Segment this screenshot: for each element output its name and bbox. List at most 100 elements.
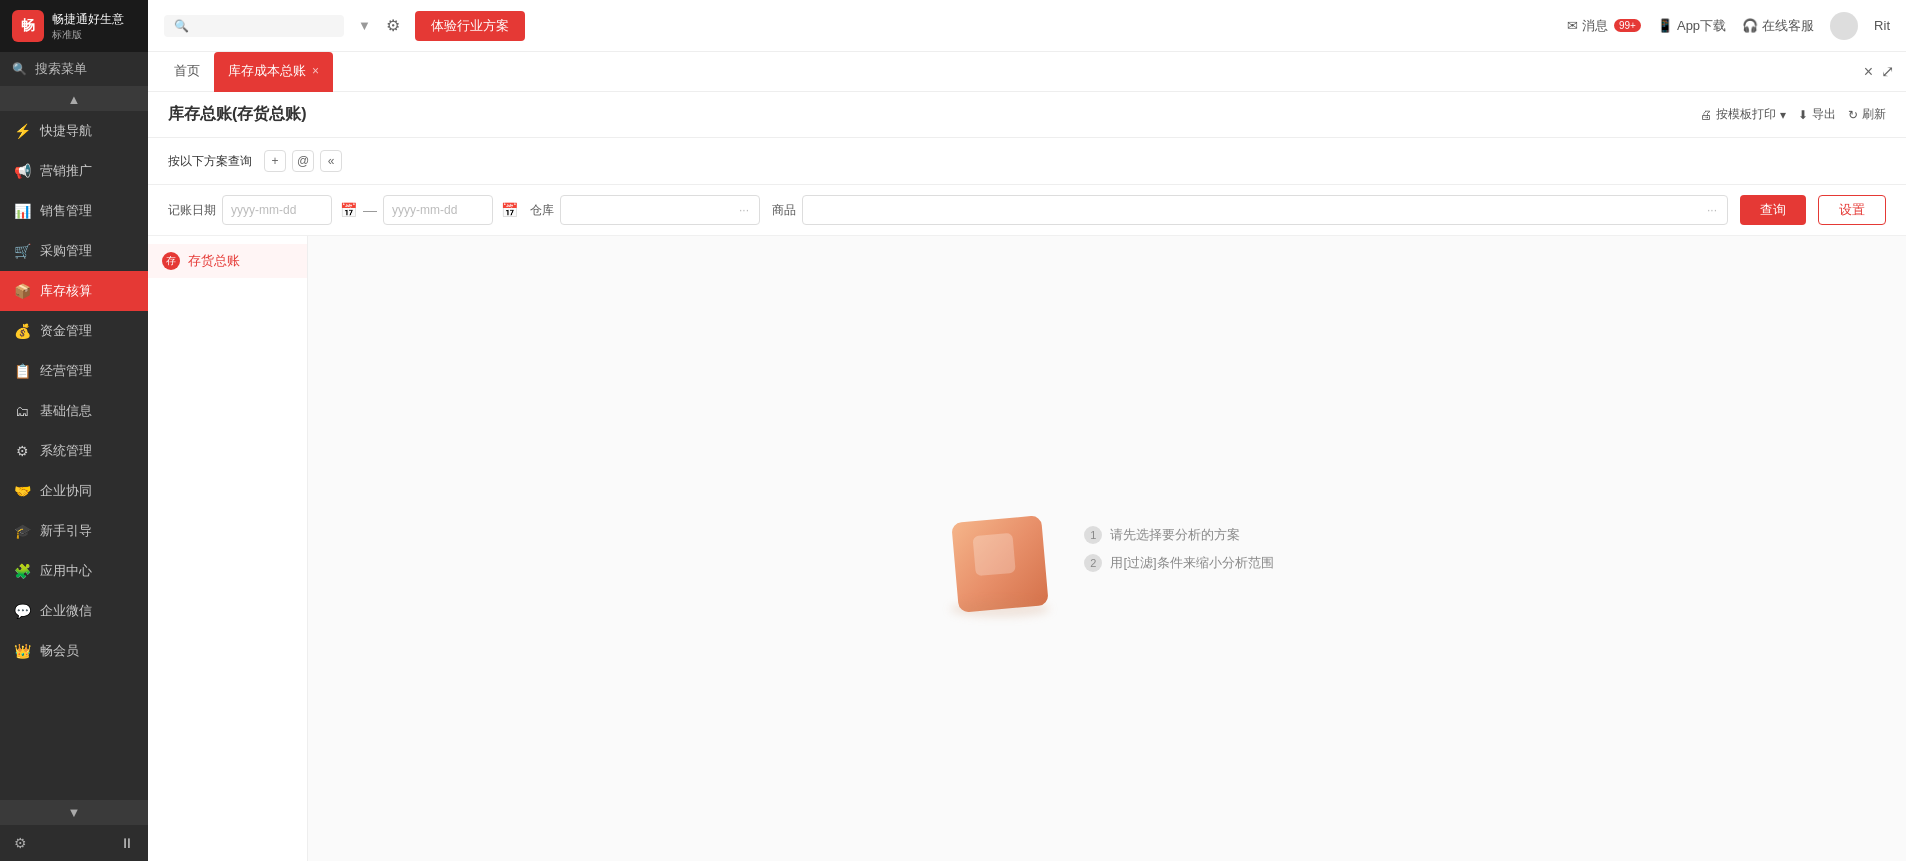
date-end-input[interactable]: yyyy-mm-dd: [383, 195, 493, 225]
sidebar-item-label: 畅会员: [40, 642, 134, 660]
refresh-btn[interactable]: ↻ 刷新: [1848, 106, 1886, 123]
sidebar-item-label: 应用中心: [40, 562, 134, 580]
date-end-placeholder: yyyy-mm-dd: [392, 203, 457, 217]
operation-icon: 📋: [14, 363, 30, 379]
sidebar-bottom: ⚙ ⏸: [0, 824, 148, 861]
date-start-input[interactable]: yyyy-mm-dd: [222, 195, 332, 225]
empty-state: 1 请先选择要分析的方案 2 用[过滤]条件来缩小分析范围: [308, 236, 1906, 861]
panel-close-btn[interactable]: ×: [1864, 63, 1873, 81]
filter-add-btn[interactable]: +: [264, 150, 286, 172]
scroll-down-btn[interactable]: ▼: [0, 800, 148, 824]
scroll-up-btn[interactable]: ▲: [0, 87, 148, 111]
product-input[interactable]: ···: [802, 195, 1728, 225]
sidebar-item-label: 企业微信: [40, 602, 134, 620]
panel-expand-btn[interactable]: ⤢: [1881, 62, 1894, 81]
hint1-num: 1: [1084, 526, 1102, 544]
date-separator: —: [363, 202, 377, 218]
scheme-item-inventory-ledger[interactable]: 存 存货总账: [148, 244, 307, 278]
empty-hint-2: 2 用[过滤]条件来缩小分析范围: [1084, 554, 1273, 572]
sidebar-nav-list: ⚡ 快捷导航 📢 营销推广 📊 销售管理 🛒 采购管理 📦 库存核算 💰 资金管…: [0, 111, 148, 800]
sidebar-item-system[interactable]: ⚙ 系统管理: [0, 431, 148, 471]
online-service-btn[interactable]: 🎧 在线客服: [1742, 17, 1814, 35]
empty-box: [952, 515, 1050, 613]
page-title: 库存总账(存货总账): [168, 104, 307, 125]
app-download-icon: 📱: [1657, 18, 1673, 33]
tab-close-btn[interactable]: ×: [312, 64, 319, 78]
topbar-chevron-icon[interactable]: ▼: [358, 18, 371, 33]
date-end-calendar-icon[interactable]: 📅: [501, 202, 518, 218]
hint2-num: 2: [1084, 554, 1102, 572]
sidebar-item-apps[interactable]: 🧩 应用中心: [0, 551, 148, 591]
sidebar-search[interactable]: 🔍 搜索菜单: [0, 52, 148, 87]
print-icon: 🖨: [1700, 108, 1712, 122]
export-btn[interactable]: ⬇ 导出: [1798, 106, 1836, 123]
avatar[interactable]: [1830, 12, 1858, 40]
tabs-bar: 首页 库存成本总账 × × ⤢: [148, 52, 1906, 92]
empty-text: 1 请先选择要分析的方案 2 用[过滤]条件来缩小分析范围: [1084, 526, 1273, 572]
search-btn[interactable]: 查询: [1740, 195, 1806, 225]
filter-refresh-btn[interactable]: @: [292, 150, 314, 172]
message-btn[interactable]: ✉ 消息 99+: [1567, 17, 1641, 35]
enterprise-icon: 🤝: [14, 483, 30, 499]
topbar-search-box[interactable]: 🔍: [164, 15, 344, 37]
page-header-actions: 🖨 按模板打印 ▾ ⬇ 导出 ↻ 刷新: [1700, 106, 1886, 123]
empty-box-shine: [973, 532, 1016, 575]
sidebar-logo: 畅 畅捷通好生意 标准版: [0, 0, 148, 52]
purchase-icon: 🛒: [14, 243, 30, 259]
collapse-icon[interactable]: ⏸: [120, 835, 134, 851]
wechat-icon: 💬: [14, 603, 30, 619]
sidebar-item-marketing[interactable]: 📢 营销推广: [0, 151, 148, 191]
sidebar-item-finance[interactable]: 💰 资金管理: [0, 311, 148, 351]
main-area: 🔍 ▼ ⚙ 体验行业方案 ✉ 消息 99+ 📱 App下载 🎧 在线客服 Rit: [148, 0, 1906, 861]
hint2-text: 用[过滤]条件来缩小分析范围: [1110, 554, 1273, 572]
message-badge: 99+: [1614, 19, 1641, 32]
print-chevron-icon: ▾: [1780, 108, 1786, 122]
industry-btn[interactable]: 体验行业方案: [415, 11, 525, 41]
topbar-gear-btn[interactable]: ⚙: [379, 12, 407, 40]
app-name: 畅捷通好生意: [52, 11, 124, 28]
sidebar-item-operation[interactable]: 📋 经营管理: [0, 351, 148, 391]
warehouse-more-btn[interactable]: ···: [739, 203, 749, 217]
app-sub: 标准版: [52, 28, 124, 42]
warehouse-filter-section: 仓库 ···: [530, 195, 760, 225]
message-label: 消息: [1582, 17, 1608, 35]
sidebar-item-inventory[interactable]: 📦 库存核算: [0, 271, 148, 311]
search-icon: 🔍: [12, 62, 27, 76]
settings-icon[interactable]: ⚙: [14, 835, 27, 851]
empty-shadow: [950, 601, 1050, 617]
app-download-btn[interactable]: 📱 App下载: [1657, 17, 1726, 35]
sidebar-item-enterprise[interactable]: 🤝 企业协同: [0, 471, 148, 511]
date-start-calendar-icon[interactable]: 📅: [340, 202, 357, 218]
tab-inventory-ledger[interactable]: 库存成本总账 ×: [214, 52, 333, 92]
finance-icon: 💰: [14, 323, 30, 339]
sidebar-item-label: 销售管理: [40, 202, 134, 220]
sidebar-item-purchase[interactable]: 🛒 采购管理: [0, 231, 148, 271]
member-icon: 👑: [14, 643, 30, 659]
sidebar-item-basic[interactable]: 🗂 基础信息: [0, 391, 148, 431]
sidebar-item-label: 营销推广: [40, 162, 134, 180]
setting-btn[interactable]: 设置: [1818, 195, 1886, 225]
filter-label: 按以下方案查询: [168, 153, 252, 170]
warehouse-input[interactable]: ···: [560, 195, 760, 225]
filter-actions: + @ «: [264, 150, 342, 172]
sidebar-item-guide[interactable]: 🎓 新手引导: [0, 511, 148, 551]
tab-home[interactable]: 首页: [160, 52, 214, 92]
sidebar-item-member[interactable]: 👑 畅会员: [0, 631, 148, 671]
topbar-search-text: 🔍: [174, 19, 189, 33]
message-icon: ✉: [1567, 18, 1578, 33]
app-logo-text: 畅捷通好生意 标准版: [52, 11, 124, 42]
sidebar-item-label: 经营管理: [40, 362, 134, 380]
sidebar-item-sales[interactable]: 📊 销售管理: [0, 191, 148, 231]
filter-collapse-btn[interactable]: «: [320, 150, 342, 172]
date-label: 记账日期: [168, 202, 216, 219]
product-more-btn[interactable]: ···: [1707, 203, 1717, 217]
sidebar-item-quick-nav[interactable]: ⚡ 快捷导航: [0, 111, 148, 151]
topbar-left: 🔍 ▼ ⚙ 体验行业方案: [164, 11, 525, 41]
sidebar-item-wechat[interactable]: 💬 企业微信: [0, 591, 148, 631]
apps-icon: 🧩: [14, 563, 30, 579]
guide-icon: 🎓: [14, 523, 30, 539]
tab-active-label: 库存成本总账: [228, 62, 306, 80]
print-btn[interactable]: 🖨 按模板打印 ▾: [1700, 106, 1786, 123]
tab-panel-close-area: × ⤢: [1864, 62, 1894, 81]
hint1-text: 请先选择要分析的方案: [1110, 526, 1240, 544]
